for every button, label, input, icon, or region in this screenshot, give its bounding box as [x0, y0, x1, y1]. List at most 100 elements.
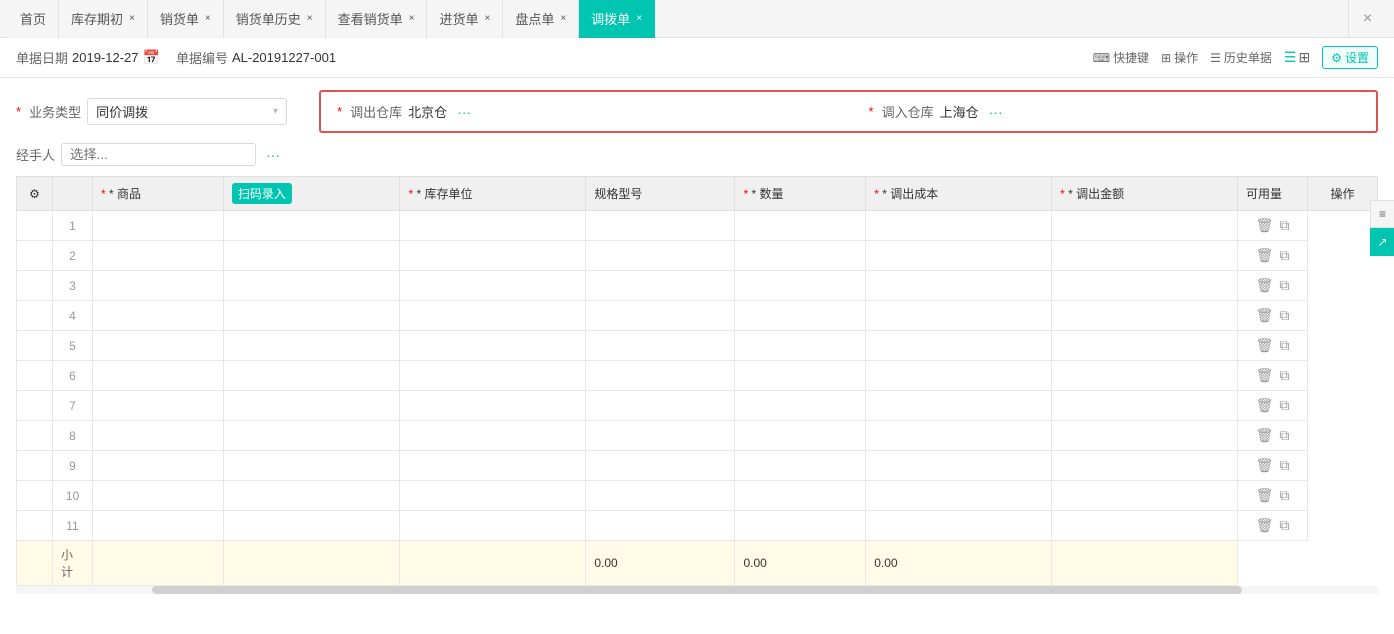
business-type-star: *: [16, 104, 21, 119]
table-body: 1🗑⧉ 2🗑⧉ 3🗑⧉ 4🗑⧉ 5🗑⧉ 6🗑⧉ 7🗑⧉ 8🗑⧉ 9🗑⧉ 10🗑⧉…: [17, 211, 1378, 586]
cell-empty: [586, 391, 735, 421]
delete-icon[interactable]: 🗑: [1256, 367, 1274, 384]
tab-transfer-order-close[interactable]: ×: [636, 13, 642, 24]
subtotal-gear: [17, 541, 53, 586]
scrollbar-thumb[interactable]: [152, 586, 1242, 594]
row-actions: 🗑⧉: [1238, 451, 1308, 481]
tab-purchase-order[interactable]: 进货单 ×: [427, 0, 503, 38]
table-row: 1🗑⧉: [17, 211, 1378, 241]
delete-icon[interactable]: 🗑: [1256, 217, 1274, 234]
cell-empty: [586, 481, 735, 511]
copy-icon[interactable]: ⧉: [1279, 247, 1289, 264]
copy-icon[interactable]: ⧉: [1279, 277, 1289, 294]
tab-sales-order-close[interactable]: ×: [205, 13, 211, 24]
tab-purchase-order-close[interactable]: ×: [484, 13, 490, 24]
copy-icon[interactable]: ⧉: [1279, 517, 1289, 534]
out-warehouse-more-icon[interactable]: ···: [457, 104, 471, 120]
history-button[interactable]: ☰ 历史单据: [1210, 49, 1272, 66]
copy-icon[interactable]: ⧉: [1279, 367, 1289, 384]
cell-empty: [586, 451, 735, 481]
tab-inventory-check-close[interactable]: ×: [560, 13, 566, 24]
tab-transfer-order[interactable]: 调拨单 ×: [579, 0, 655, 38]
handler-input[interactable]: [61, 143, 256, 166]
table-row: 6🗑⧉: [17, 361, 1378, 391]
copy-icon[interactable]: ⧉: [1279, 307, 1289, 324]
shortcut-icon: ⌨: [1093, 51, 1110, 65]
copy-icon[interactable]: ⧉: [1279, 397, 1289, 414]
cell-gear: [17, 271, 53, 301]
in-warehouse-value[interactable]: 上海仓: [940, 102, 979, 121]
cell-empty: [93, 481, 224, 511]
cell-empty: [866, 241, 1052, 271]
tab-sales-history[interactable]: 销货单历史 ×: [224, 0, 326, 38]
tab-bar: 首页 库存期初 × 销货单 × 销货单历史 × 查看销货单 × 进货单 × 盘点…: [0, 0, 1394, 38]
doc-num-field: 单据编号 AL-20191227-001: [176, 48, 336, 67]
operate-button[interactable]: ⊞ 操作: [1161, 49, 1198, 66]
right-export-button[interactable]: ↗: [1370, 228, 1394, 256]
delete-icon[interactable]: 🗑: [1256, 487, 1274, 504]
cell-empty: [223, 241, 400, 271]
cell-empty: [1052, 391, 1238, 421]
business-type-input[interactable]: 同价调拨 ▾: [87, 98, 287, 125]
scan-enter-button[interactable]: 扫码录入: [232, 183, 292, 204]
list-icon: ≡: [1379, 207, 1386, 221]
col-product: * * 商品: [93, 177, 224, 211]
history-icon: ☰: [1210, 51, 1221, 65]
delete-icon[interactable]: 🗑: [1256, 247, 1274, 264]
business-type-value: 同价调拨: [96, 102, 269, 121]
out-warehouse-field: * 调出仓库 北京仓 ···: [337, 102, 828, 121]
out-warehouse-value[interactable]: 北京仓: [408, 102, 447, 121]
shortcut-label: 快捷键: [1113, 49, 1149, 66]
tab-inventory-init-close[interactable]: ×: [129, 13, 135, 24]
copy-icon[interactable]: ⧉: [1279, 217, 1289, 234]
in-warehouse-more-icon[interactable]: ···: [989, 104, 1003, 120]
tab-inventory-init[interactable]: 库存期初 ×: [59, 0, 148, 38]
shortcut-button[interactable]: ⌨ 快捷键: [1093, 49, 1149, 66]
window-close-button[interactable]: ×: [1348, 0, 1386, 38]
cell-empty: [223, 211, 400, 241]
horizontal-scrollbar[interactable]: [16, 586, 1378, 594]
delete-icon[interactable]: 🗑: [1256, 457, 1274, 474]
copy-icon[interactable]: ⧉: [1279, 427, 1289, 444]
tab-home[interactable]: 首页: [8, 0, 59, 38]
cell-empty: [400, 361, 586, 391]
delete-icon[interactable]: 🗑: [1256, 307, 1274, 324]
cell-empty: [93, 421, 224, 451]
cell-empty: [223, 271, 400, 301]
date-label: 单据日期: [16, 48, 68, 67]
col-num: [53, 177, 93, 211]
cell-gear: [17, 451, 53, 481]
right-list-button[interactable]: ≡: [1370, 200, 1394, 228]
cell-empty: [586, 361, 735, 391]
tab-inventory-check[interactable]: 盘点单 ×: [503, 0, 579, 38]
subtotal-row: 小计 0.00 0.00 0.00: [17, 541, 1378, 586]
delete-icon[interactable]: 🗑: [1256, 517, 1274, 534]
set-button[interactable]: ⚙ 设置: [1322, 46, 1378, 69]
tab-sales-order[interactable]: 销货单 ×: [148, 0, 224, 38]
tab-view-sales[interactable]: 查看销货单 ×: [326, 0, 428, 38]
delete-icon[interactable]: 🗑: [1256, 427, 1274, 444]
row-num: 7: [53, 391, 93, 421]
subtotal-empty2: [223, 541, 400, 586]
cell-empty: [400, 391, 586, 421]
layout-list-icon[interactable]: ☰: [1284, 49, 1297, 66]
handler-more-icon[interactable]: ···: [266, 147, 280, 163]
cell-empty: [223, 331, 400, 361]
delete-icon[interactable]: 🗑: [1256, 277, 1274, 294]
cell-empty: [735, 421, 866, 451]
cell-empty: [735, 481, 866, 511]
copy-icon[interactable]: ⧉: [1279, 337, 1289, 354]
delete-icon[interactable]: 🗑: [1256, 397, 1274, 414]
settings-icon[interactable]: ⚙: [29, 187, 40, 201]
cell-empty: [400, 271, 586, 301]
copy-icon[interactable]: ⧉: [1279, 457, 1289, 474]
calendar-icon[interactable]: 📅: [143, 49, 160, 66]
layout-grid-icon[interactable]: ⊞: [1298, 49, 1310, 66]
delete-icon[interactable]: 🗑: [1256, 337, 1274, 354]
tab-view-sales-close[interactable]: ×: [409, 13, 415, 24]
tab-sales-history-close[interactable]: ×: [307, 13, 313, 24]
copy-icon[interactable]: ⧉: [1279, 487, 1289, 504]
dropdown-arrow-icon: ▾: [273, 106, 278, 117]
cell-empty: [400, 421, 586, 451]
cell-empty: [735, 361, 866, 391]
